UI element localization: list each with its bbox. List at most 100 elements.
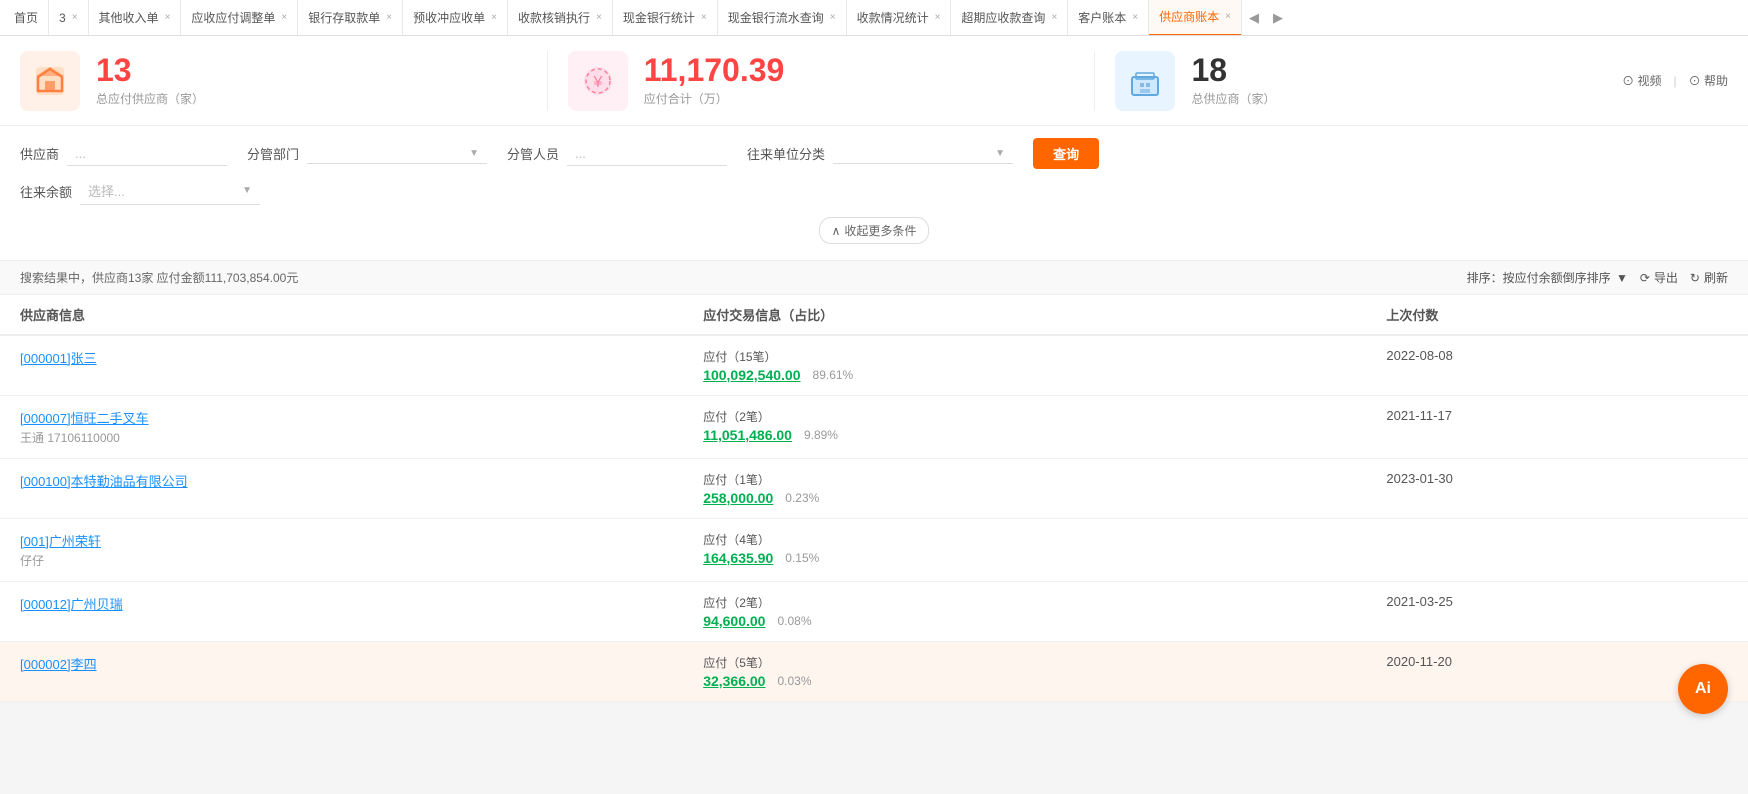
export-button[interactable]: ⟳ 导出 — [1640, 269, 1678, 286]
filter-item-supplier: 供应商 — [20, 142, 227, 166]
export-icon: ⟳ — [1640, 271, 1650, 285]
nav-tab-payment-stats[interactable]: 收款情况统计 × — [847, 0, 952, 36]
payable-amount[interactable]: 94,600.00 — [703, 613, 765, 629]
nav-tab-payment-verify[interactable]: 收款核销执行 × — [508, 0, 613, 36]
query-button[interactable]: 查询 — [1033, 138, 1099, 169]
payable-row: 164,635.90 0.15% — [703, 550, 1386, 566]
payable-amount[interactable]: 164,635.90 — [703, 550, 773, 566]
payable-row: 100,092,540.00 89.61% — [703, 367, 1386, 383]
summary-number-total: 18 — [1191, 54, 1275, 86]
close-icon[interactable]: × — [1225, 11, 1231, 22]
payable-info-cell: 应付（2笔） 94,600.00 0.08% — [703, 594, 1386, 629]
nav-tab-label: 预收冲应收单 — [413, 9, 485, 26]
refresh-button[interactable]: ↻ 刷新 — [1690, 269, 1728, 286]
nav-tab-supplier-ledger[interactable]: 供应商账本 × — [1149, 0, 1242, 36]
balance-filter-label: 往来余额 — [20, 182, 72, 201]
nav-next-arrow[interactable]: ▶ — [1266, 0, 1290, 36]
supplier-input[interactable] — [67, 142, 227, 166]
supplier-info-cell: [000007]恒旺二手叉车 王通 17106110000 — [20, 408, 703, 446]
last-pay-cell: 2020-11-20 — [1386, 654, 1728, 669]
nav-tab-other-income[interactable]: 其他收入单 × — [89, 0, 182, 36]
payable-pct: 9.89% — [804, 428, 838, 442]
close-icon[interactable]: × — [830, 12, 836, 23]
close-icon[interactable]: × — [165, 12, 171, 23]
supplier-info-cell: [000100]本特勤油品有限公司 — [20, 471, 703, 490]
payable-pct: 0.15% — [785, 551, 819, 565]
nav-tab-label: 银行存取款单 — [308, 9, 380, 26]
collapse-button[interactable]: ∧ 收起更多条件 — [819, 217, 930, 244]
payable-label: 应付（2笔） — [703, 594, 1386, 611]
summary-label-total: 总供应商（家） — [1191, 90, 1275, 107]
payable-row: 11,051,486.00 9.89% — [703, 427, 1386, 443]
video-link[interactable]: ⊙ 视频 — [1622, 72, 1661, 89]
svg-text:¥: ¥ — [592, 74, 602, 91]
payable-amount[interactable]: 100,092,540.00 — [703, 367, 800, 383]
nav-tab-home[interactable]: 首页 — [4, 0, 49, 36]
close-icon[interactable]: × — [1051, 12, 1057, 23]
supplier-info-cell: [001]广州荣轩 仔仔 — [20, 531, 703, 569]
last-pay-date: 2021-03-25 — [1386, 594, 1453, 609]
category-select[interactable]: ▼ — [833, 144, 1013, 164]
payable-row: 258,000.00 0.23% — [703, 490, 1386, 506]
close-icon[interactable]: × — [491, 12, 497, 23]
summary-label-suppliers: 总应付供应商（家） — [96, 90, 204, 107]
payable-info-cell: 应付（1笔） 258,000.00 0.23% — [703, 471, 1386, 506]
last-pay-cell: 2022-08-08 — [1386, 348, 1728, 363]
nav-tab-3[interactable]: 3 × — [49, 0, 89, 36]
payable-amount[interactable]: 32,366.00 — [703, 673, 765, 689]
table-row: [000007]恒旺二手叉车 王通 17106110000 应付（2笔） 11,… — [0, 396, 1748, 459]
summary-label-payable: 应付合计（万） — [644, 90, 785, 107]
supplier-link[interactable]: [000002]李四 — [20, 654, 703, 673]
supplier-link[interactable]: [000100]本特勤油品有限公司 — [20, 471, 703, 490]
table-row: [000001]张三 应付（15笔） 100,092,540.00 89.61%… — [0, 336, 1748, 396]
collapse-button-label: 收起更多条件 — [844, 222, 916, 239]
nav-tab-prepaid[interactable]: 预收冲应收单 × — [403, 0, 508, 36]
supplier-filter-label: 供应商 — [20, 144, 59, 163]
close-icon[interactable]: × — [701, 12, 707, 23]
nav-tab-overdue[interactable]: 超期应收款查询 × — [951, 0, 1068, 36]
result-info: 搜索结果中，供应商13家 应付金额111,703,854.00元 — [20, 269, 298, 286]
payable-label: 应付（4笔） — [703, 531, 1386, 548]
supplier-link[interactable]: [000007]恒旺二手叉车 — [20, 408, 703, 427]
close-icon[interactable]: × — [72, 12, 78, 23]
close-icon[interactable]: × — [596, 12, 602, 23]
supplier-link[interactable]: [000012]广州贝瑞 — [20, 594, 703, 613]
supplier-sub: 仔仔 — [20, 552, 703, 569]
last-pay-cell: 2023-01-30 — [1386, 471, 1728, 486]
chevron-down-icon: ▼ — [469, 148, 479, 159]
close-icon[interactable]: × — [1132, 12, 1138, 23]
nav-tab-bank-deposit[interactable]: 银行存取款单 × — [298, 0, 403, 36]
table-row: [000100]本特勤油品有限公司 应付（1笔） 258,000.00 0.23… — [0, 459, 1748, 519]
help-link[interactable]: ⊙ 帮助 — [1689, 72, 1728, 89]
last-pay-cell: 2021-11-17 — [1386, 408, 1728, 423]
nav-tab-cash-bank-flow[interactable]: 现金银行流水查询 × — [718, 0, 847, 36]
result-bar: 搜索结果中，供应商13家 应付金额111,703,854.00元 排序：按应付余… — [0, 261, 1748, 295]
summary-block-total: 18 总供应商（家） — [1115, 51, 1622, 111]
nav-tab-cash-bank-stats[interactable]: 现金银行统计 × — [613, 0, 718, 36]
summary-block-payable: ¥ 11,170.39 应付合计（万） — [568, 51, 1075, 111]
table-header: 供应商信息 应付交易信息（占比） 上次付数 — [0, 295, 1748, 336]
nav-tab-label: 3 — [59, 11, 66, 25]
balance-select-text: 选择... — [88, 181, 238, 200]
supplier-link[interactable]: [001]广州荣轩 — [20, 531, 703, 550]
supplier-link[interactable]: [000001]张三 — [20, 348, 703, 367]
nav-tab-label: 收款情况统计 — [857, 9, 929, 26]
close-icon[interactable]: × — [935, 12, 941, 23]
balance-select[interactable]: 选择... ▼ — [80, 177, 260, 205]
table-container: 供应商信息 应付交易信息（占比） 上次付数 [000001]张三 应付（15笔）… — [0, 295, 1748, 702]
ai-button[interactable]: Ai — [1678, 664, 1728, 714]
person-input[interactable] — [567, 142, 727, 166]
payable-amount[interactable]: 11,051,486.00 — [703, 427, 792, 443]
close-icon[interactable]: × — [386, 12, 392, 23]
payable-pct: 0.03% — [777, 674, 811, 688]
summary-divider-2 — [1094, 51, 1095, 111]
payable-amount[interactable]: 258,000.00 — [703, 490, 773, 506]
nav-tab-customer-ledger[interactable]: 客户账本 × — [1068, 0, 1149, 36]
summary-text-suppliers: 13 总应付供应商（家） — [96, 54, 204, 107]
payable-label: 应付（2笔） — [703, 408, 1386, 425]
nav-prev-arrow[interactable]: ◀ — [1242, 0, 1266, 36]
last-pay-date: 2021-11-17 — [1386, 408, 1452, 423]
dept-select[interactable]: ▼ — [307, 144, 487, 164]
close-icon[interactable]: × — [281, 12, 287, 23]
nav-tab-ar-ap-adjust[interactable]: 应收应付调整单 × — [181, 0, 298, 36]
